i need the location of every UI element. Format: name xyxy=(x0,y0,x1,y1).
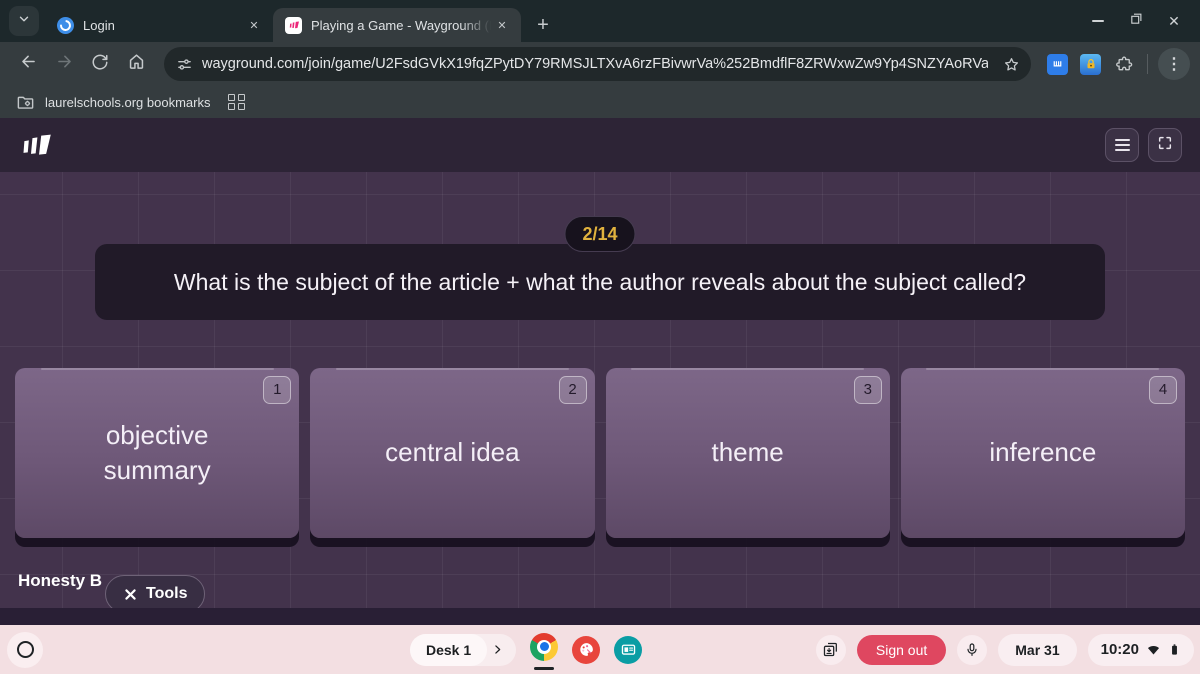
question-counter-badge: 2/14 xyxy=(564,216,636,252)
status-tray[interactable]: 10:20 xyxy=(1087,633,1194,666)
game-bottom-strip xyxy=(0,608,1200,625)
forward-button[interactable] xyxy=(48,48,80,80)
answer-option-1[interactable]: 1 objective summary xyxy=(15,368,300,538)
option-label: theme xyxy=(711,437,784,468)
wayground-tab-favicon xyxy=(285,16,302,34)
screencast-app-button[interactable] xyxy=(614,635,643,664)
bookmark-star-icon[interactable] xyxy=(997,50,1025,78)
launcher-icon xyxy=(16,641,34,658)
back-icon xyxy=(19,52,38,76)
tab-title: Playing a Game - Wayground (F xyxy=(311,17,493,33)
login-tab-favicon xyxy=(57,16,74,34)
window-controls: ✕ xyxy=(1090,13,1200,29)
chevron-right-icon[interactable] xyxy=(487,643,508,656)
address-bar[interactable]: wayground.com/join/game/U2FsdGVkX19fqZPy… xyxy=(164,47,1031,81)
option-number-badge: 2 xyxy=(558,376,587,404)
chrome-active-indicator xyxy=(534,666,555,670)
close-window-button[interactable]: ✕ xyxy=(1166,13,1182,29)
tab-search-button[interactable] xyxy=(9,6,39,36)
toolbar-divider xyxy=(1147,54,1148,74)
reload-icon xyxy=(91,53,109,76)
forward-icon xyxy=(55,52,74,76)
back-button[interactable] xyxy=(12,48,44,80)
wayground-game: 2/14 What is the subject of the article … xyxy=(0,118,1200,625)
restore-button[interactable] xyxy=(1128,13,1144,29)
screen-card-icon xyxy=(620,641,637,658)
tab-playing-game[interactable]: Playing a Game - Wayground (F ✕ xyxy=(273,8,521,42)
microphone-button[interactable] xyxy=(957,634,988,665)
screen-capture-icon xyxy=(822,641,839,658)
extension-w-icon[interactable] xyxy=(1047,53,1068,75)
answer-options: 1 objective summary 2 central idea 3 the… xyxy=(15,368,1185,538)
shelf-apps: Desk 1 xyxy=(410,625,643,674)
answer-option-4[interactable]: 4 inference xyxy=(900,368,1185,538)
sign-out-button[interactable]: Sign out xyxy=(856,634,947,665)
minimize-button[interactable] xyxy=(1090,13,1106,29)
game-header-buttons xyxy=(1105,128,1182,162)
home-button[interactable] xyxy=(120,48,152,80)
extension-lock-icon[interactable] xyxy=(1080,53,1101,75)
game-main-area: 2/14 What is the subject of the article … xyxy=(0,172,1200,608)
answer-option-3[interactable]: 3 theme xyxy=(605,368,890,538)
option-number-badge: 1 xyxy=(263,376,292,404)
minimize-icon xyxy=(1092,20,1104,22)
microphone-icon xyxy=(964,642,980,658)
option-label: inference xyxy=(989,437,1097,468)
option-label: objective summary xyxy=(103,419,211,485)
question-card: What is the subject of the article + wha… xyxy=(95,244,1105,320)
extensions-puzzle-icon[interactable] xyxy=(1109,49,1139,79)
tools-button[interactable]: Tools xyxy=(105,575,206,608)
option-number-badge: 3 xyxy=(853,376,882,404)
managed-bookmarks-folder-icon xyxy=(16,93,35,112)
option-label: central idea xyxy=(385,437,520,468)
chrome-icon xyxy=(530,632,559,661)
chrome-app-button[interactable] xyxy=(530,632,559,670)
chromeos-shelf: Desk 1 Sign out Mar 31 10:20 xyxy=(0,625,1200,674)
tools-icon xyxy=(123,587,138,602)
browser-toolbar: wayground.com/join/game/U2FsdGVkX19fqZPy… xyxy=(0,42,1200,86)
restore-icon xyxy=(1129,11,1144,31)
question-text: What is the subject of the article + wha… xyxy=(173,268,1027,295)
tools-label: Tools xyxy=(146,585,188,602)
desk-switcher[interactable]: Desk 1 xyxy=(410,633,517,666)
new-tab-button[interactable]: + xyxy=(529,11,557,39)
launcher-button[interactable] xyxy=(7,631,43,668)
bookmarks-folder-label[interactable]: laurelschools.org bookmarks xyxy=(45,95,210,110)
reload-button[interactable] xyxy=(84,48,116,80)
battery-icon xyxy=(1168,641,1181,658)
browser-tab-strip: Login ✕ Playing a Game - Wayground (F ✕ … xyxy=(0,0,1200,42)
hamburger-icon xyxy=(1114,139,1130,151)
tab-title: Login xyxy=(83,17,115,33)
tab-login[interactable]: Login ✕ xyxy=(45,8,273,42)
desk-button[interactable]: Desk 1 xyxy=(410,633,488,666)
time-display: 10:20 xyxy=(1100,641,1139,658)
bookmarks-bar: laurelschools.org bookmarks xyxy=(0,86,1200,118)
canvas-app-button[interactable] xyxy=(572,635,601,664)
game-header xyxy=(0,118,1200,172)
tab-close-button[interactable]: ✕ xyxy=(493,16,511,34)
wifi-icon xyxy=(1146,642,1161,657)
chevron-down-icon xyxy=(17,12,31,31)
player-name: Honesty B xyxy=(18,571,103,590)
date-display[interactable]: Mar 31 xyxy=(998,633,1077,666)
url-text[interactable]: wayground.com/join/game/U2FsdGVkX19fqZPy… xyxy=(202,56,988,72)
apps-grid-icon[interactable] xyxy=(228,93,245,111)
browser-menu-button[interactable]: ⋮ xyxy=(1158,48,1190,80)
palette-icon xyxy=(578,641,595,658)
answer-option-2[interactable]: 2 central idea xyxy=(310,368,595,538)
option-number-badge: 4 xyxy=(1149,376,1177,404)
wayground-logo-icon xyxy=(18,131,54,159)
screen-capture-button[interactable] xyxy=(815,634,846,665)
shelf-status-area: Sign out Mar 31 10:20 xyxy=(815,625,1194,674)
game-menu-button[interactable] xyxy=(1105,128,1139,162)
site-settings-icon[interactable] xyxy=(176,56,193,73)
tab-close-button[interactable]: ✕ xyxy=(245,16,263,34)
fullscreen-button[interactable] xyxy=(1148,128,1182,162)
screen: Login ✕ Playing a Game - Wayground (F ✕ … xyxy=(0,0,1200,674)
home-icon xyxy=(127,52,146,76)
fullscreen-icon xyxy=(1157,135,1173,156)
